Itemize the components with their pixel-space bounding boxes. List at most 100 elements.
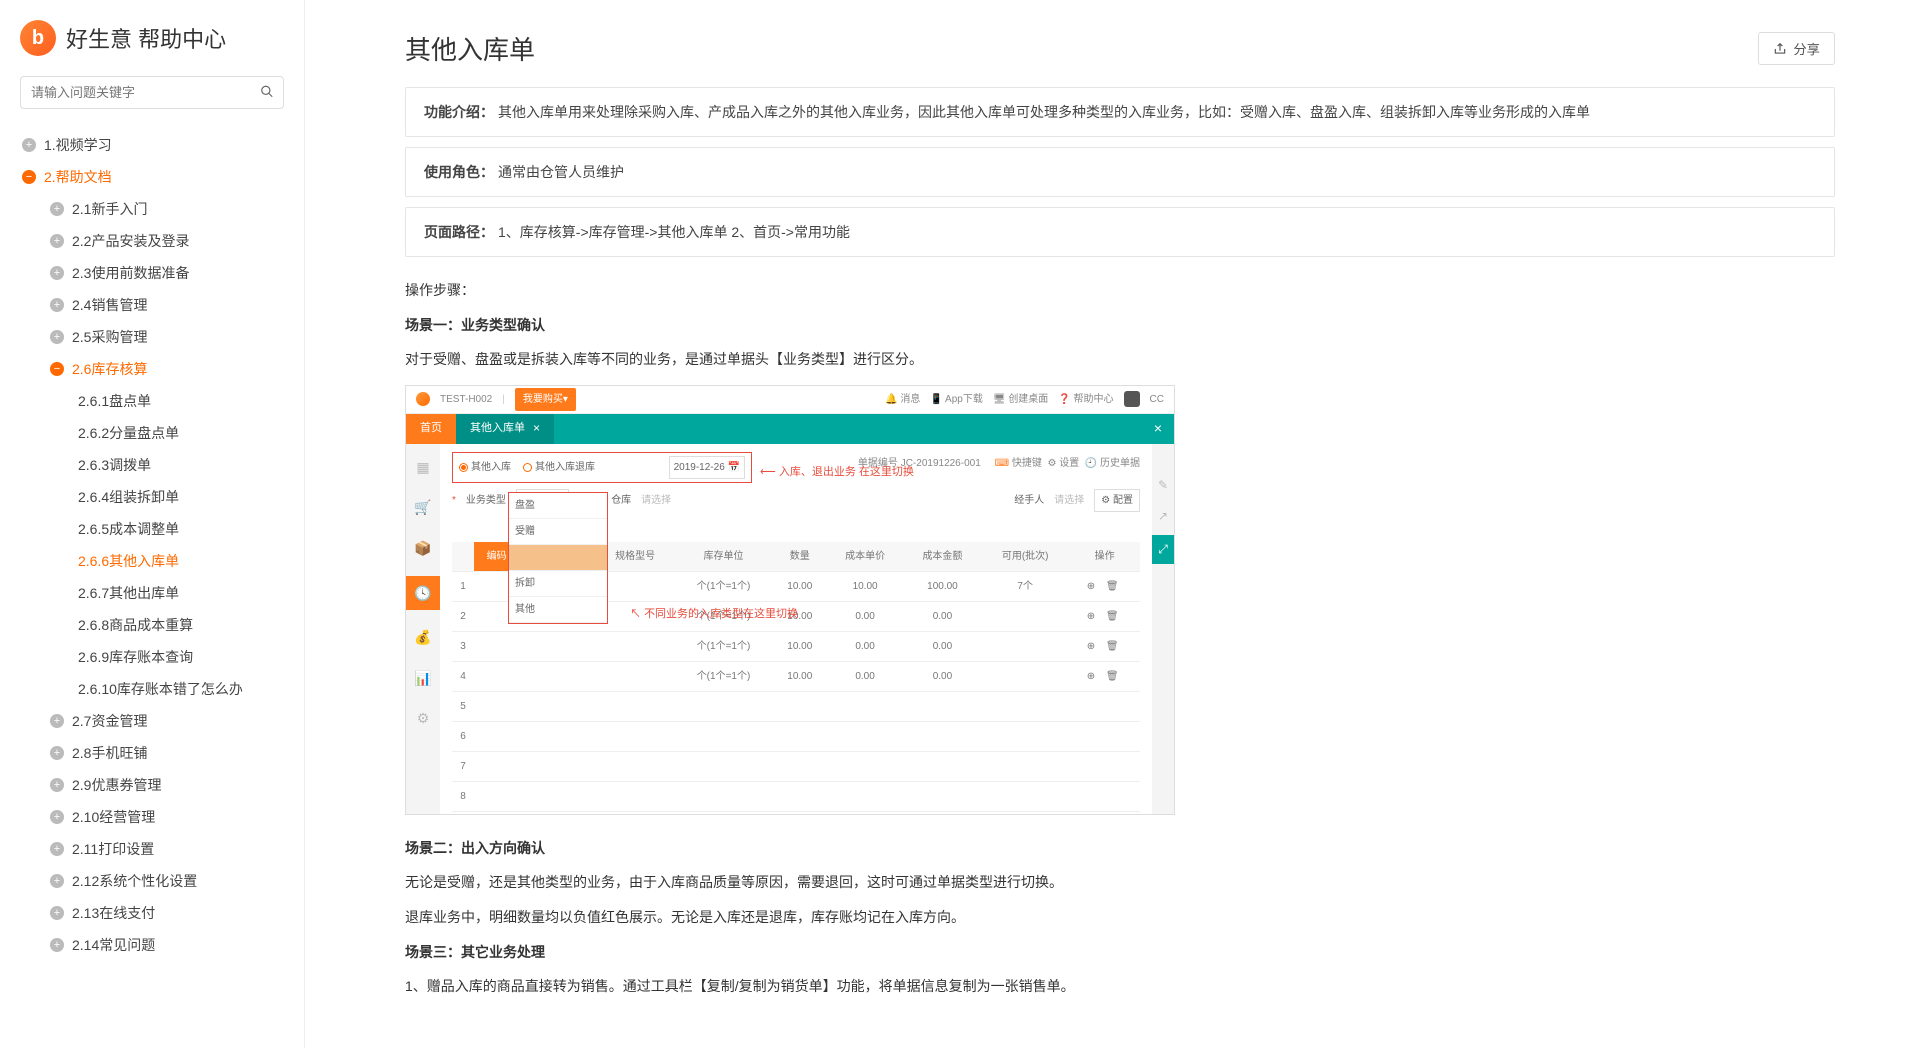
nav-2-8[interactable]: +2.8手机旺铺 (50, 743, 294, 763)
brand: b 好生意 帮助中心 (10, 20, 294, 56)
scene3-title: 场景三：其它业务处理 (405, 944, 545, 960)
plus-icon: + (50, 778, 64, 792)
nav-2-3[interactable]: +2.3使用前数据准备 (50, 263, 294, 283)
ss-logo-icon (416, 392, 430, 406)
nav-2-7[interactable]: +2.7资金管理 (50, 711, 294, 731)
ss-th-amount: 成本金额 (904, 542, 981, 572)
ss-env: TEST-H002 (440, 390, 492, 409)
plus-icon: + (50, 202, 64, 216)
nav-2-6[interactable]: −2.6库存核算 (50, 359, 294, 379)
sidebar: b 好生意 帮助中心 +1.视频学习 −2.帮助文档 +2.1新手入门 +2.2… (0, 0, 305, 1048)
plus-icon: + (50, 746, 64, 760)
nav-2-6-3[interactable]: 2.6.3调拨单 (78, 455, 294, 475)
ss-avatar-icon (1124, 391, 1140, 407)
brand-title: 好生意 帮助中心 (66, 22, 226, 54)
plus-icon: + (50, 714, 64, 728)
nav-2-6-5[interactable]: 2.6.5成本调整单 (78, 519, 294, 539)
intro-box: 功能介绍：其他入库单用来处理除采购入库、产成品入库之外的其他入库业务，因此其他入… (405, 87, 1835, 137)
nav-2-6-4[interactable]: 2.6.4组装拆卸单 (78, 487, 294, 507)
ss-nav-icon: 💰 (414, 624, 431, 651)
ss-docno-label: 单据编号 (858, 458, 898, 469)
nav-2-10[interactable]: +2.10经营管理 (50, 807, 294, 827)
nav-2-2[interactable]: +2.2产品安装及登录 (50, 231, 294, 251)
ss-buy-button: 我要购买▾ (515, 388, 576, 411)
ss-app: 📱 App下载 (930, 390, 982, 409)
ss-rb-icon: ✎ (1158, 474, 1168, 497)
ss-nav-icon: 📦 (414, 535, 431, 562)
plus-icon: + (50, 810, 64, 824)
ss-th-qty: 数量 (773, 542, 826, 572)
ss-th-op: 操作 (1069, 542, 1140, 572)
scene1-title: 场景一：业务类型确认 (405, 317, 545, 333)
nav-2-6-6[interactable]: 2.6.6其他入库单 (78, 551, 294, 571)
nav-2-1[interactable]: +2.1新手入门 (50, 199, 294, 219)
share-button[interactable]: 分享 (1758, 32, 1835, 65)
ss-dd-item-selected (509, 545, 607, 571)
ss-biztype-label: 业务类型 (466, 491, 506, 510)
brand-logo-icon: b (20, 20, 56, 56)
ss-tool-1: 快捷键 (1012, 458, 1042, 469)
path-box: 页面路径：1、库存核算->库存管理->其他入库单 2、首页->常用功能 (405, 207, 1835, 257)
ss-date: 2019-12-26 📅 (669, 456, 745, 479)
scene3-p1: 1、赠品入库的商品直接转为销售。通过工具栏【复制/复制为销货单】功能，将单据信息… (405, 973, 1835, 1000)
steps-label: 操作步骤： (405, 277, 1835, 304)
nav-tree: +1.视频学习 −2.帮助文档 +2.1新手入门 +2.2产品安装及登录 +2.… (10, 129, 294, 961)
search-input[interactable] (20, 76, 284, 109)
plus-icon: + (50, 874, 64, 888)
share-icon (1773, 42, 1787, 56)
ss-dd-item: 盘盈 (509, 493, 607, 519)
ss-th-attr: 规格型号 (596, 542, 673, 572)
nav-2-5[interactable]: +2.5采购管理 (50, 327, 294, 347)
page-title: 其他入库单 (405, 30, 535, 67)
ss-leftbar: ▦ 🛒 📦 🕓 💰 📊 ⚙ (406, 444, 440, 814)
nav-2-4[interactable]: +2.4销售管理 (50, 295, 294, 315)
nav-2-13[interactable]: +2.13在线支付 (50, 903, 294, 923)
nav-2-6-7[interactable]: 2.6.7其他出库单 (78, 583, 294, 603)
nav-2-6-2[interactable]: 2.6.2分量盘点单 (78, 423, 294, 443)
plus-icon: + (50, 938, 64, 952)
ss-nav-icon: 🕓 (406, 576, 440, 611)
nav-docs[interactable]: −2.帮助文档 (22, 167, 294, 187)
main-content: 其他入库单 分享 功能介绍：其他入库单用来处理除采购入库、产成品入库之外的其他入… (305, 0, 1885, 1048)
scene2-p2: 退库业务中，明细数量均以负值红色展示。无论是入库还是退库，库存账均记在入库方向。 (405, 904, 1835, 931)
scene1-text: 对于受赠、盘盈或是拆装入库等不同的业务，是通过单据头【业务类型】进行区分。 (405, 346, 1835, 373)
scene2-p1: 无论是受赠，还是其他类型的业务，由于入库商品质量等原因，需要退回，这时可通过单据… (405, 869, 1835, 896)
nav-video[interactable]: +1.视频学习 (22, 135, 294, 155)
minus-icon: − (22, 170, 36, 184)
plus-icon: + (50, 234, 64, 248)
ss-row: 4个(1个=1个)10.000.000.00⊕ 🗑 (452, 661, 1140, 691)
nav-2-11[interactable]: +2.11打印设置 (50, 839, 294, 859)
nav-2-6-1[interactable]: 2.6.1盘点单 (78, 391, 294, 411)
ss-tab-doc: 其他入库单 (456, 414, 554, 444)
ss-user: CC (1150, 390, 1164, 409)
ss-maker-ph: 请选择 (1054, 491, 1084, 510)
ss-row: 7 (452, 751, 1140, 781)
ss-dd-item: 受赠 (509, 519, 607, 545)
embedded-screenshot: TEST-H002 | 我要购买▾ 🔔 消息 📱 App下载 🖥 创建桌面 ❓ … (405, 385, 1175, 815)
ss-dd-item: 拆卸 (509, 571, 607, 597)
ss-wh-label: 仓库 (611, 491, 631, 510)
ss-desktop: 🖥 创建桌面 (993, 390, 1048, 409)
nav-2-14[interactable]: +2.14常见问题 (50, 935, 294, 955)
ss-help: ❓ 帮助中心 (1058, 390, 1113, 409)
ss-dd-item: 其他 (509, 597, 607, 623)
ss-th-price: 成本单价 (826, 542, 903, 572)
ss-radio-in: 其他入库 (459, 458, 511, 477)
ss-nav-icon: ▦ (416, 454, 429, 481)
nav-2-6-9[interactable]: 2.6.9库存账本查询 (78, 647, 294, 667)
ss-row: 5 (452, 691, 1140, 721)
ss-rightbar: ✎ ↗ ⤢ (1152, 444, 1174, 814)
path-text: 1、库存核算->库存管理->其他入库单 2、首页->常用功能 (498, 224, 850, 240)
nav-2-6-10[interactable]: 2.6.10库存账本错了怎么办 (78, 679, 294, 699)
ss-row: 6 (452, 721, 1140, 751)
search-icon[interactable] (260, 84, 274, 101)
path-label: 页面路径： (424, 224, 494, 240)
nav-2-9[interactable]: +2.9优惠券管理 (50, 775, 294, 795)
ss-annotation-2: ↖ 不同业务的入库类型在这里切换 (630, 604, 798, 625)
nav-2-12[interactable]: +2.12系统个性化设置 (50, 871, 294, 891)
plus-icon: + (50, 298, 64, 312)
plus-icon: + (50, 330, 64, 344)
ss-biztype-dropdown: 盘盈 受赠 拆卸 其他 (508, 492, 608, 624)
nav-2-6-8[interactable]: 2.6.8商品成本重算 (78, 615, 294, 635)
ss-rb-icon: ⤢ (1152, 535, 1174, 564)
